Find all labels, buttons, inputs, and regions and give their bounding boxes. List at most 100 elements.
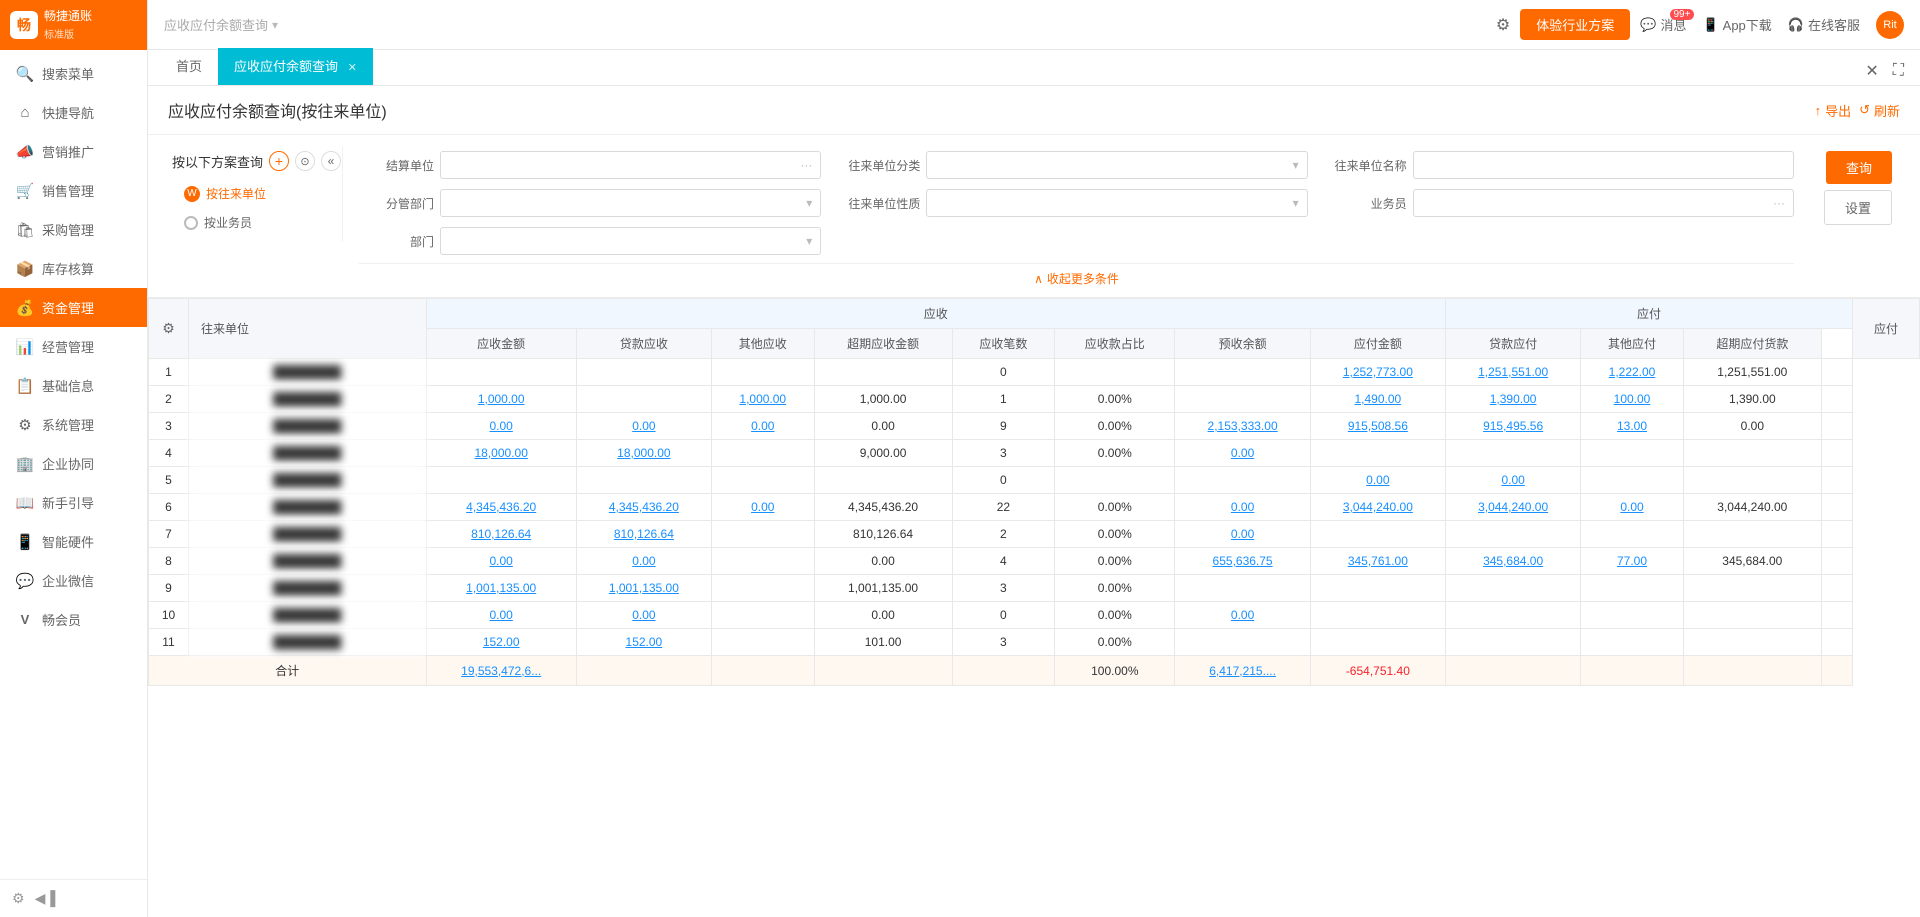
ap-other-cell[interactable]: 77.00 xyxy=(1581,548,1684,575)
sidebar-item-sales[interactable]: 🛒 销售管理 xyxy=(0,171,147,210)
footer-label: 合计 xyxy=(149,656,427,686)
ap-other-cell[interactable]: 13.00 xyxy=(1581,413,1684,440)
advance-cell[interactable]: 0.00 xyxy=(1175,521,1310,548)
ar-amount-cell[interactable]: 810,126.64 xyxy=(426,521,576,548)
partner-name-input[interactable] xyxy=(1413,151,1794,179)
ar-loan-cell[interactable]: 0.00 xyxy=(576,413,711,440)
app-download-btn[interactable]: 📱 App下载 xyxy=(1702,15,1771,34)
app-download-label: App下载 xyxy=(1723,15,1772,34)
online-service-btn[interactable]: 🎧 在线客服 xyxy=(1788,15,1860,34)
sidebar-item-label: 采购管理 xyxy=(42,220,94,239)
sidebar-item-basic-info[interactable]: 📋 基础信息 xyxy=(0,366,147,405)
sidebar-item-corp[interactable]: 🏢 企业协同 xyxy=(0,444,147,483)
topbar-gear-icon[interactable]: ⚙ xyxy=(1496,15,1510,35)
advance-cell xyxy=(1175,629,1310,656)
sidebar-item-label: 企业微信 xyxy=(42,571,94,590)
sidebar-item-hardware[interactable]: 📱 智能硬件 xyxy=(0,522,147,561)
ar-amount-cell[interactable]: 0.00 xyxy=(426,548,576,575)
ap-loan-cell[interactable]: 0.00 xyxy=(1445,467,1580,494)
dept-manager-input[interactable]: ▾ xyxy=(440,189,821,217)
ar-loan-cell[interactable]: 4,345,436.20 xyxy=(576,494,711,521)
message-btn[interactable]: 💬 消息 99+ xyxy=(1640,15,1686,34)
ap-amount-cell[interactable]: 3,044,240.00 xyxy=(1310,494,1445,521)
dept-input[interactable]: ▾ xyxy=(440,227,821,255)
ap-amount-cell[interactable]: 1,490.00 xyxy=(1310,386,1445,413)
sidebar-item-vip[interactable]: V 畅会员 xyxy=(0,600,147,639)
ap-loan-cell[interactable]: 345,684.00 xyxy=(1445,548,1580,575)
table-gear-icon[interactable]: ⚙ xyxy=(162,320,175,336)
filter-collapse-btn[interactable]: « xyxy=(321,151,341,171)
ap-amount-cell[interactable]: 915,508.56 xyxy=(1310,413,1445,440)
ap-other-cell[interactable]: 1,222.00 xyxy=(1581,359,1684,386)
query-option-by-partner[interactable]: W 按往来单位 xyxy=(168,179,342,208)
ap-other-cell[interactable]: 100.00 xyxy=(1581,386,1684,413)
ar-amount-cell[interactable]: 1,000.00 xyxy=(426,386,576,413)
advance-cell[interactable]: 0.00 xyxy=(1175,602,1310,629)
sidebar-item-search-menu[interactable]: 🔍 搜索菜单 xyxy=(0,54,147,93)
filter-collapse-row[interactable]: ∧ 收起更多条件 xyxy=(359,263,1794,293)
advance-cell[interactable]: 2,153,333.00 xyxy=(1175,413,1310,440)
ar-other-cell[interactable]: 0.00 xyxy=(712,494,815,521)
tab-close-window-icon[interactable]: ✕ xyxy=(1861,57,1882,85)
ar-loan-cell[interactable]: 0.00 xyxy=(576,548,711,575)
sidebar-item-beginner[interactable]: 📖 新手引导 xyxy=(0,483,147,522)
ap-loan-cell[interactable]: 3,044,240.00 xyxy=(1445,494,1580,521)
tab-expand-icon[interactable]: ⛶ xyxy=(1889,58,1908,84)
dots-icon: ··· xyxy=(800,158,812,172)
ar-loan-cell[interactable]: 1,001,135.00 xyxy=(576,575,711,602)
ar-amount-cell[interactable]: 1,001,135.00 xyxy=(426,575,576,602)
ar-loan-cell[interactable]: 152.00 xyxy=(576,629,711,656)
ar-amount-cell[interactable]: 4,345,436.20 xyxy=(426,494,576,521)
ar-other-cell[interactable]: 0.00 xyxy=(712,413,815,440)
ar-overdue-cell: 1,001,135.00 xyxy=(814,575,952,602)
ap-amount-cell[interactable]: 0.00 xyxy=(1310,467,1445,494)
sidebar-item-wechat[interactable]: 💬 企业微信 xyxy=(0,561,147,600)
tab-home[interactable]: 首页 xyxy=(160,48,218,85)
ar-loan-cell[interactable]: 810,126.64 xyxy=(576,521,711,548)
refresh-btn[interactable]: ↺ 刷新 xyxy=(1859,101,1900,120)
tab-ar-ap[interactable]: 应收应付余额查询 ✕ xyxy=(218,48,373,85)
ar-amount-cell[interactable]: 0.00 xyxy=(426,413,576,440)
sidebar-item-operations[interactable]: 📊 经营管理 xyxy=(0,327,147,366)
query-btn[interactable]: 查询 xyxy=(1826,151,1892,184)
footer-advance[interactable]: 6,417,215.... xyxy=(1175,656,1310,686)
trial-btn[interactable]: 体验行业方案 xyxy=(1520,9,1630,40)
advance-cell[interactable]: 655,636.75 xyxy=(1175,548,1310,575)
sidebar-item-system[interactable]: ⚙ 系统管理 xyxy=(0,405,147,444)
partner-nature-input[interactable]: ▾ xyxy=(926,189,1307,217)
sidebar-item-inventory[interactable]: 📦 库存核算 xyxy=(0,249,147,288)
sidebar-item-finance[interactable]: 💰 资金管理 xyxy=(0,288,147,327)
sidebar-item-quick-nav[interactable]: ⌂ 快捷导航 xyxy=(0,93,147,132)
sidebar-collapse-btn[interactable]: ◀▐ xyxy=(35,890,56,907)
advance-cell[interactable]: 0.00 xyxy=(1175,494,1310,521)
filter-setting-btn[interactable]: ⊙ xyxy=(295,151,315,171)
export-btn[interactable]: ↑ 导出 xyxy=(1815,101,1852,120)
partner-category-input[interactable]: ▾ xyxy=(926,151,1307,179)
advance-cell[interactable]: 0.00 xyxy=(1175,440,1310,467)
row-num: 10 xyxy=(149,602,189,629)
tab-close-icon[interactable]: ✕ xyxy=(348,62,357,74)
filter-add-btn[interactable]: + xyxy=(269,151,289,171)
ap-other-cell[interactable]: 0.00 xyxy=(1581,494,1684,521)
user-avatar[interactable]: Rit xyxy=(1876,11,1904,39)
ar-amount-cell[interactable]: 152.00 xyxy=(426,629,576,656)
ap-loan-cell[interactable]: 915,495.56 xyxy=(1445,413,1580,440)
sidebar-item-purchase[interactable]: 🛍 采购管理 xyxy=(0,210,147,249)
ar-loan-cell[interactable]: 18,000.00 xyxy=(576,440,711,467)
ar-amount-cell xyxy=(426,467,576,494)
footer-ar-amount[interactable]: 19,553,472,6... xyxy=(426,656,576,686)
ap-amount-cell[interactable]: 345,761.00 xyxy=(1310,548,1445,575)
sidebar-item-marketing[interactable]: 📣 营销推广 xyxy=(0,132,147,171)
settings-btn[interactable]: 设置 xyxy=(1824,190,1892,225)
sidebar-settings-btn[interactable]: ⚙ xyxy=(12,890,25,907)
ap-amount-cell[interactable]: 1,252,773.00 xyxy=(1310,359,1445,386)
ar-amount-cell[interactable]: 18,000.00 xyxy=(426,440,576,467)
ar-amount-cell[interactable]: 0.00 xyxy=(426,602,576,629)
ap-loan-cell[interactable]: 1,251,551.00 xyxy=(1445,359,1580,386)
ap-loan-cell[interactable]: 1,390.00 xyxy=(1445,386,1580,413)
ar-other-cell[interactable]: 1,000.00 xyxy=(712,386,815,413)
settlement-unit-input[interactable]: ··· xyxy=(440,151,821,179)
query-option-by-staff[interactable]: 按业务员 xyxy=(168,208,342,237)
salesperson-input[interactable]: ··· xyxy=(1413,189,1794,217)
ar-loan-cell[interactable]: 0.00 xyxy=(576,602,711,629)
